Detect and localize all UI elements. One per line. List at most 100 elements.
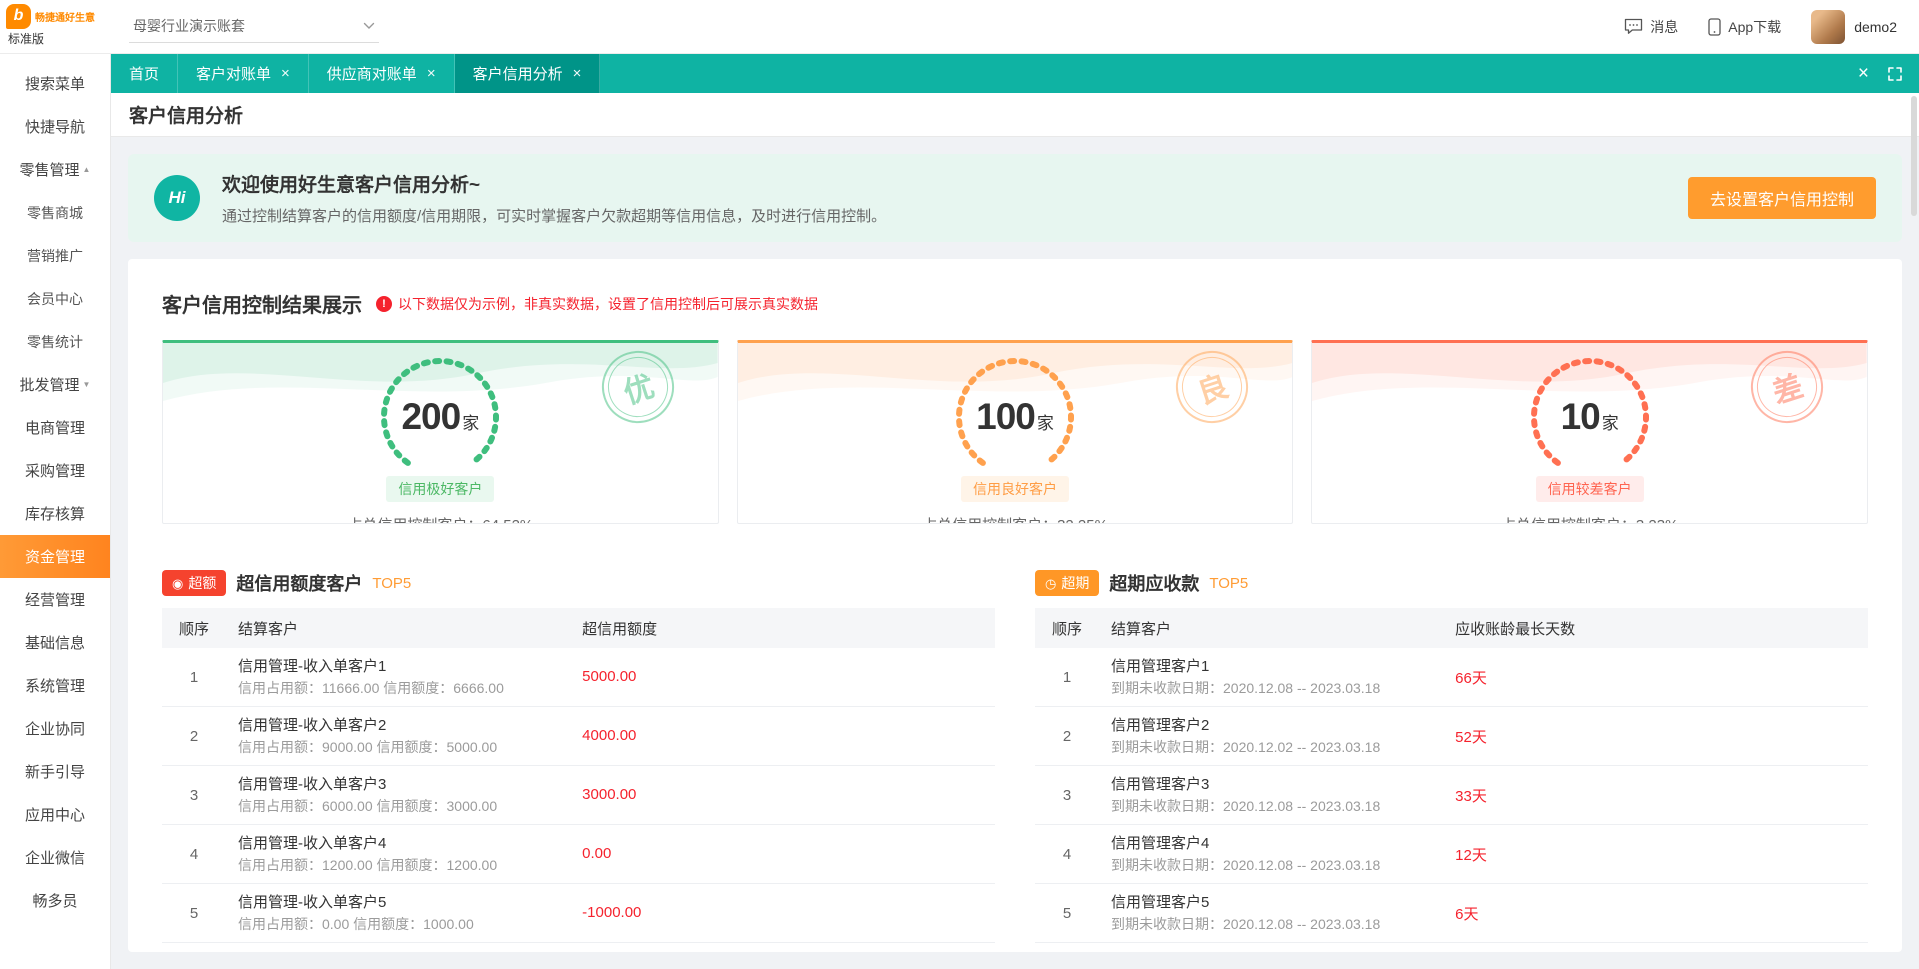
tab-close-icon[interactable]: × <box>281 66 290 81</box>
sidebar-item-label: 系统管理 <box>24 678 85 695</box>
table-title: 超期应收款 <box>1109 574 1200 594</box>
sidebar-item-系统管理[interactable]: 系统管理 <box>0 664 110 707</box>
customer-name: 信用管理客户2 <box>1111 717 1210 734</box>
sidebar-item-label: 企业微信 <box>24 850 85 867</box>
avatar <box>1811 9 1846 44</box>
table-row: 4 信用管理-收入单客户4 信用占用额：1200.00 信用额度：1200.00… <box>162 824 995 884</box>
messages-button[interactable]: 消息 <box>1624 17 1678 37</box>
table-header: ◉ 超额 超信用额度客户 TOP5 <box>162 570 995 596</box>
column-header: 顺序 <box>1035 608 1099 648</box>
phone-icon <box>1708 17 1721 36</box>
value-cell: 4000.00 <box>570 706 995 766</box>
customer-name: 信用管理-收入单客户2 <box>238 717 387 734</box>
customer-count: 10 <box>1560 396 1601 437</box>
sidebar-item-label: 零售统计 <box>27 333 83 350</box>
row-index: 1 <box>1035 648 1099 707</box>
fullscreen-icon[interactable] <box>1887 66 1903 82</box>
sidebar-item-畅多员[interactable]: 畅多员 <box>0 879 110 922</box>
row-value: 5000.00 <box>582 668 637 685</box>
credit-stat-card: 优 200 家 信用极好客户 占总信用控制客户：64.52% <box>162 340 719 524</box>
customer-cell: 信用管理-收入单客户2 信用占用额：9000.00 信用额度：5000.00 <box>226 706 571 766</box>
tab-客户对账单[interactable]: 客户对账单 × <box>178 54 309 93</box>
sidebar-item-label: 库存核算 <box>24 506 85 523</box>
tab-bar: 首页 客户对账单 × 供应商对账单 × 客户信用分析 × × <box>111 54 1919 93</box>
customer-detail: 到期未收款日期：2020.12.08 -- 2023.03.18 <box>1111 856 1381 873</box>
customer-cell: 信用管理-收入单客户3 信用占用额：6000.00 信用额度：3000.00 <box>226 765 571 825</box>
sidebar-item-label: 快捷导航 <box>24 119 85 136</box>
app-download-label: App下载 <box>1728 18 1782 35</box>
sidebar-item-新手引导[interactable]: 新手引导 <box>0 750 110 793</box>
value-cell: -1000.00 <box>570 883 995 943</box>
row-index: 3 <box>1035 765 1099 825</box>
row-value: 12天 <box>1455 846 1487 864</box>
topbar-actions: 消息 App下载 demo2 <box>1624 9 1919 44</box>
sidebar-item-零售商城[interactable]: 零售商城 <box>0 191 110 234</box>
sidebar-item-经营管理[interactable]: 经营管理 <box>0 578 110 621</box>
sidebar-item-零售管理[interactable]: 零售管理 ▲ <box>0 148 110 191</box>
tab-供应商对账单[interactable]: 供应商对账单 × <box>309 54 455 93</box>
page-title: 客户信用分析 <box>129 106 244 127</box>
tab-close-icon[interactable]: × <box>573 66 582 81</box>
sidebar-item-资金管理[interactable]: 资金管理 <box>0 535 110 578</box>
row-index: 1 <box>162 648 226 707</box>
edition-label: 标准版 <box>8 31 45 46</box>
sidebar-item-label: 经营管理 <box>24 592 85 609</box>
sidebar-item-label: 畅多员 <box>32 893 78 910</box>
sidebar-item-零售统计[interactable]: 零售统计 <box>0 320 110 363</box>
sidebar-item-电商管理[interactable]: 电商管理 <box>0 406 110 449</box>
account-selector[interactable]: 母婴行业演示账套 <box>129 11 379 43</box>
sidebar-item-基础信息[interactable]: 基础信息 <box>0 621 110 664</box>
customer-cell: 信用管理-收入单客户1 信用占用额：11666.00 信用额度：6666.00 <box>226 648 571 707</box>
row-value: 52天 <box>1455 728 1487 746</box>
table-row: 2 信用管理-收入单客户2 信用占用额：9000.00 信用额度：5000.00… <box>162 706 995 766</box>
sidebar-item-搜索菜单[interactable]: 搜索菜单 <box>0 62 110 105</box>
sidebar-item-企业微信[interactable]: 企业微信 <box>0 836 110 879</box>
sidebar-item-会员中心[interactable]: 会员中心 <box>0 277 110 320</box>
table-header: ◷ 超期 超期应收款 TOP5 <box>1035 570 1868 596</box>
row-value: 6天 <box>1455 905 1479 923</box>
sidebar-item-label: 电商管理 <box>24 420 85 437</box>
app-download-button[interactable]: App下载 <box>1708 17 1781 37</box>
banner-description: 通过控制结算客户的信用额度/信用期限，可实时掌握客户欠款超期等信用信息，及时进行… <box>222 208 887 225</box>
sidebar-item-应用中心[interactable]: 应用中心 <box>0 793 110 836</box>
tab-close-icon[interactable]: × <box>427 66 436 81</box>
sidebar-item-营销推广[interactable]: 营销推广 <box>0 234 110 277</box>
table-tag-badge: ◷ 超期 <box>1035 570 1100 596</box>
row-index: 4 <box>1035 824 1099 884</box>
scrollbar-thumb[interactable] <box>1911 96 1917 216</box>
tag-label: 超额 <box>188 575 217 591</box>
customer-detail: 到期未收款日期：2020.12.08 -- 2023.03.18 <box>1111 915 1381 932</box>
row-value: 3000.00 <box>582 786 637 803</box>
tab-客户信用分析[interactable]: 客户信用分析 × <box>454 54 601 93</box>
top5-tables-row: ◉ 超额 超信用额度客户 TOP5 顺序 结算客户 超信用额度 1 信用管理-收入单… <box>162 570 1868 943</box>
value-cell: 0.00 <box>570 824 995 884</box>
tab-首页[interactable]: 首页 <box>111 54 179 93</box>
customer-cell: 信用管理-收入单客户4 信用占用额：1200.00 信用额度：1200.00 <box>226 824 571 884</box>
row-value: 66天 <box>1455 669 1487 687</box>
sidebar-item-label: 批发管理 <box>19 377 80 394</box>
customer-detail: 信用占用额：0.00 信用额度：1000.00 <box>238 915 474 932</box>
sidebar-item-label: 基础信息 <box>24 635 85 652</box>
close-icon[interactable]: × <box>1858 64 1869 83</box>
top5-table-block: ◉ 超额 超信用额度客户 TOP5 顺序 结算客户 超信用额度 1 信用管理-收入单… <box>162 570 995 943</box>
sidebar-item-label: 新手引导 <box>24 764 85 781</box>
note-text: 以下数据仅为示例，非真实数据，设置了信用控制后可展示真实数据 <box>398 295 818 312</box>
setup-credit-control-button[interactable]: 去设置客户信用控制 <box>1687 177 1876 219</box>
brand-name: 畅捷通好生意 <box>35 12 95 24</box>
sidebar-item-企业协同[interactable]: 企业协同 <box>0 707 110 750</box>
row-value: 33天 <box>1455 787 1487 805</box>
grade-stamp-text: 良 <box>1194 370 1233 411</box>
row-index: 5 <box>162 883 226 943</box>
sidebar-item-采购管理[interactable]: 采购管理 <box>0 449 110 492</box>
stat-caption: 占总信用控制客户：32.25% <box>738 514 1293 523</box>
customer-name: 信用管理-收入单客户1 <box>238 658 387 675</box>
sidebar-item-批发管理[interactable]: 批发管理 ▼ <box>0 363 110 406</box>
sidebar-item-快捷导航[interactable]: 快捷导航 <box>0 105 110 148</box>
customer-detail: 信用占用额：11666.00 信用额度：6666.00 <box>238 679 504 696</box>
credit-stat-card: 良 100 家 信用良好客户 占总信用控制客户：32.25% <box>736 340 1294 524</box>
credit-result-card: 客户信用控制结果展示 ! 以下数据仅为示例，非真实数据，设置了信用控制后可展示真… <box>128 259 1902 952</box>
brand-area: b 畅捷通好生意 标准版 <box>0 0 111 54</box>
sidebar-item-库存核算[interactable]: 库存核算 <box>0 492 110 535</box>
user-menu[interactable]: demo2 <box>1811 9 1897 44</box>
customer-name: 信用管理-收入单客户3 <box>238 776 387 793</box>
